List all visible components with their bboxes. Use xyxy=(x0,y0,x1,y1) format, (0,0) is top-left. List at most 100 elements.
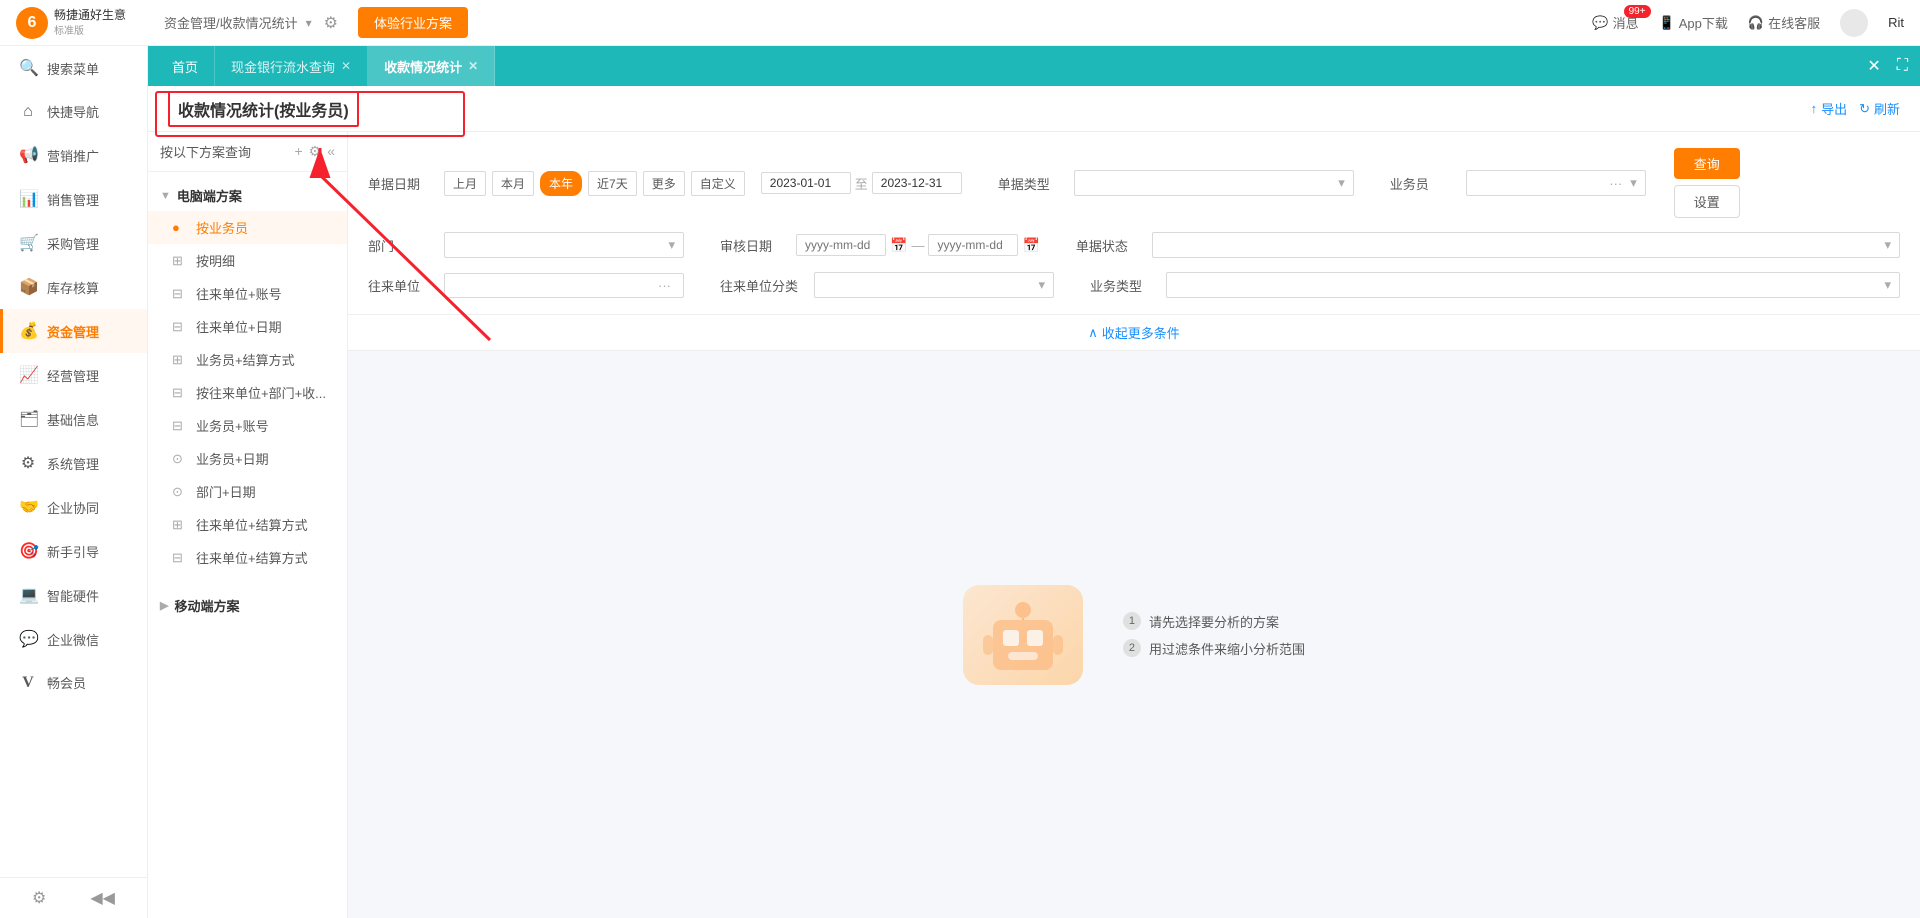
scheme-item-unit-payment1[interactable]: ⊞ 往来单位+结算方式 xyxy=(148,508,347,541)
collapse-bar[interactable]: ∧ 收起更多条件 xyxy=(348,315,1920,351)
query-button[interactable]: 查询 xyxy=(1674,148,1740,179)
scheme-item-salesperson-date[interactable]: ⊙ 业务员+日期 xyxy=(148,442,347,475)
empty-tip-1: 1 请先选择要分析的方案 xyxy=(1123,612,1305,631)
date-btn-more[interactable]: 更多 xyxy=(643,171,685,196)
review-date-to-input[interactable] xyxy=(928,234,1018,256)
sidebar-item-system[interactable]: ⚙ 系统管理 xyxy=(0,441,147,485)
avatar[interactable] xyxy=(1840,9,1868,37)
mobile-arrow-icon: ▶ xyxy=(160,599,168,612)
scheme-item-detail[interactable]: ⊞ 按明细 xyxy=(148,244,347,277)
scheme-item-salesperson-account[interactable]: ⊟ 业务员+账号 xyxy=(148,409,347,442)
counterpart-select[interactable]: ··· xyxy=(444,273,684,298)
desktop-scheme-section: ▼ 电脑端方案 ● 按业务员 ⊞ 按明细 ⊟ 往来单位+账号 xyxy=(148,172,347,582)
scheme-item-salesperson-payment[interactable]: ⊞ 业务员+结算方式 xyxy=(148,343,347,376)
refresh-icon: ↻ xyxy=(1859,101,1870,117)
scheme-item-unit-account[interactable]: ⊟ 往来单位+账号 xyxy=(148,277,347,310)
sidebar-item-label: 企业微信 xyxy=(47,630,99,649)
dept-select[interactable]: ▾ xyxy=(444,232,684,258)
tab-close-all-icon[interactable]: ✕ xyxy=(1863,52,1884,80)
sidebar-item-basic-info[interactable]: 🗂 基础信息 xyxy=(0,397,147,441)
doc-type-select[interactable]: ▾ xyxy=(1074,170,1354,196)
biz-type-select[interactable]: ▾ xyxy=(1166,272,1900,298)
tab-home[interactable]: 首页 xyxy=(156,46,215,86)
sidebar-item-marketing[interactable]: 📢 营销推广 xyxy=(0,133,147,177)
sidebar-item-label: 新手引导 xyxy=(47,542,99,561)
counterpart-dots-icon[interactable]: ··· xyxy=(658,278,671,293)
salesperson-dots-icon[interactable]: ··· xyxy=(1609,176,1622,191)
sidebar-item-wechat[interactable]: 💬 企业微信 xyxy=(0,617,147,661)
filter-row-3: 往来单位 ··· 往来单位分类 ▾ 业务类型 xyxy=(368,272,1900,298)
settings-bottom-icon[interactable]: ⚙ xyxy=(32,888,46,908)
online-service-button[interactable]: 🎧 在线客服 xyxy=(1748,13,1820,32)
online-service-icon: 🎧 xyxy=(1748,15,1764,31)
counterpart-category-label: 往来单位分类 xyxy=(720,276,798,295)
scheme-item-label: 往来单位+结算方式 xyxy=(196,548,308,567)
sidebar-item-sales[interactable]: 📊 销售管理 xyxy=(0,177,147,221)
app-download-icon: 📱 xyxy=(1659,15,1675,31)
sidebar-item-hardware[interactable]: 💻 智能硬件 xyxy=(0,573,147,617)
header-gear-icon[interactable]: ⚙ xyxy=(324,13,338,33)
mobile-scheme-section: ▶ 移动端方案 xyxy=(148,582,347,629)
scheme-header-icons: + ⚙ « xyxy=(294,143,335,160)
search-icon: 🔍 xyxy=(19,58,37,78)
tab-expand-icon[interactable]: ⛶ xyxy=(1893,53,1912,79)
date-btn-last-month[interactable]: 上月 xyxy=(444,171,486,196)
scheme-item-table2-icon: ⊟ xyxy=(172,319,188,335)
tab-bank-flow[interactable]: 现金银行流水查询 ✕ xyxy=(215,46,368,86)
sidebar-item-search[interactable]: 🔍 搜索菜单 xyxy=(0,46,147,90)
scheme-item-unit-dept[interactable]: ⊟ 按往来单位+部门+收... xyxy=(148,376,347,409)
mobile-section-header[interactable]: ▶ 移动端方案 xyxy=(148,590,347,621)
scheme-item-circle-icon: ● xyxy=(172,220,188,235)
tab-payment-stats[interactable]: 收款情况统计 ✕ xyxy=(368,46,495,86)
scheme-item-grid-icon: ⊞ xyxy=(172,253,188,269)
sidebar-item-quicknav[interactable]: ⌂ 快捷导航 xyxy=(0,90,147,133)
sidebar-item-finance[interactable]: 💰 资金管理 xyxy=(0,309,147,353)
scheme-item-table3-icon: ⊟ xyxy=(172,385,188,401)
scheme-collapse-icon[interactable]: « xyxy=(327,143,335,160)
breadcrumb-chevron-icon[interactable]: ▾ xyxy=(306,16,312,30)
scheme-item-salesperson[interactable]: ● 按业务员 xyxy=(148,211,347,244)
export-label: 导出 xyxy=(1821,99,1847,118)
tab-bank-flow-close-icon[interactable]: ✕ xyxy=(341,59,351,73)
messages-badge: 99+ xyxy=(1624,5,1651,18)
scheme-item-unit-payment2[interactable]: ⊟ 往来单位+结算方式 xyxy=(148,541,347,574)
date-btn-7days[interactable]: 近7天 xyxy=(588,171,637,196)
doc-status-select[interactable]: ▾ xyxy=(1152,232,1900,258)
scheme-item-dept-date[interactable]: ⊙ 部门+日期 xyxy=(148,475,347,508)
biz-type-label: 业务类型 xyxy=(1090,276,1150,295)
scheme-item-label: 按往来单位+部门+收... xyxy=(196,383,326,402)
app-download-button[interactable]: 📱 App下载 xyxy=(1659,13,1728,32)
settings-button[interactable]: 设置 xyxy=(1674,185,1740,218)
collapse-up-icon: ∧ xyxy=(1088,325,1098,341)
sidebar-item-vip[interactable]: V 畅会员 xyxy=(0,661,147,704)
sales-icon: 📊 xyxy=(19,189,37,209)
scheme-add-icon[interactable]: + xyxy=(294,143,302,160)
date-btn-this-year[interactable]: 本年 xyxy=(540,171,582,196)
counterpart-category-select[interactable]: ▾ xyxy=(814,272,1054,298)
date-to-input[interactable] xyxy=(872,172,962,194)
scheme-settings-icon[interactable]: ⚙ xyxy=(309,143,322,160)
salesperson-label: 业务员 xyxy=(1390,174,1450,193)
sidebar-item-purchase[interactable]: 🛒 采购管理 xyxy=(0,221,147,265)
scheme-item-unit-date[interactable]: ⊟ 往来单位+日期 xyxy=(148,310,347,343)
review-date-from-input[interactable] xyxy=(796,234,886,256)
sidebar-item-operations[interactable]: 📈 经营管理 xyxy=(0,353,147,397)
sidebar-item-inventory[interactable]: 📦 库存核算 xyxy=(0,265,147,309)
salesperson-select[interactable]: ··· ▾ xyxy=(1466,170,1646,196)
messages-button[interactable]: 💬 消息 99+ xyxy=(1592,13,1638,32)
export-button[interactable]: ↑ 导出 xyxy=(1811,99,1848,118)
dept-label: 部门 xyxy=(368,236,428,255)
sidebar-item-guide[interactable]: 🎯 新手引导 xyxy=(0,529,147,573)
trial-button[interactable]: 体验行业方案 xyxy=(358,7,468,38)
sidebar-item-collaboration[interactable]: 🤝 企业协同 xyxy=(0,485,147,529)
app-download-label: App下载 xyxy=(1679,13,1728,32)
tab-payment-stats-close-icon[interactable]: ✕ xyxy=(468,59,478,73)
date-btn-custom[interactable]: 自定义 xyxy=(691,171,745,196)
desktop-section-header[interactable]: ▼ 电脑端方案 xyxy=(148,180,347,211)
refresh-button[interactable]: ↻ 刷新 xyxy=(1859,99,1900,118)
date-label: 单据日期 xyxy=(368,174,428,193)
date-btn-this-month[interactable]: 本月 xyxy=(492,171,534,196)
date-from-input[interactable] xyxy=(761,172,851,194)
collapse-icon[interactable]: ◀◀ xyxy=(90,888,115,908)
dept-chevron-icon: ▾ xyxy=(668,237,675,253)
